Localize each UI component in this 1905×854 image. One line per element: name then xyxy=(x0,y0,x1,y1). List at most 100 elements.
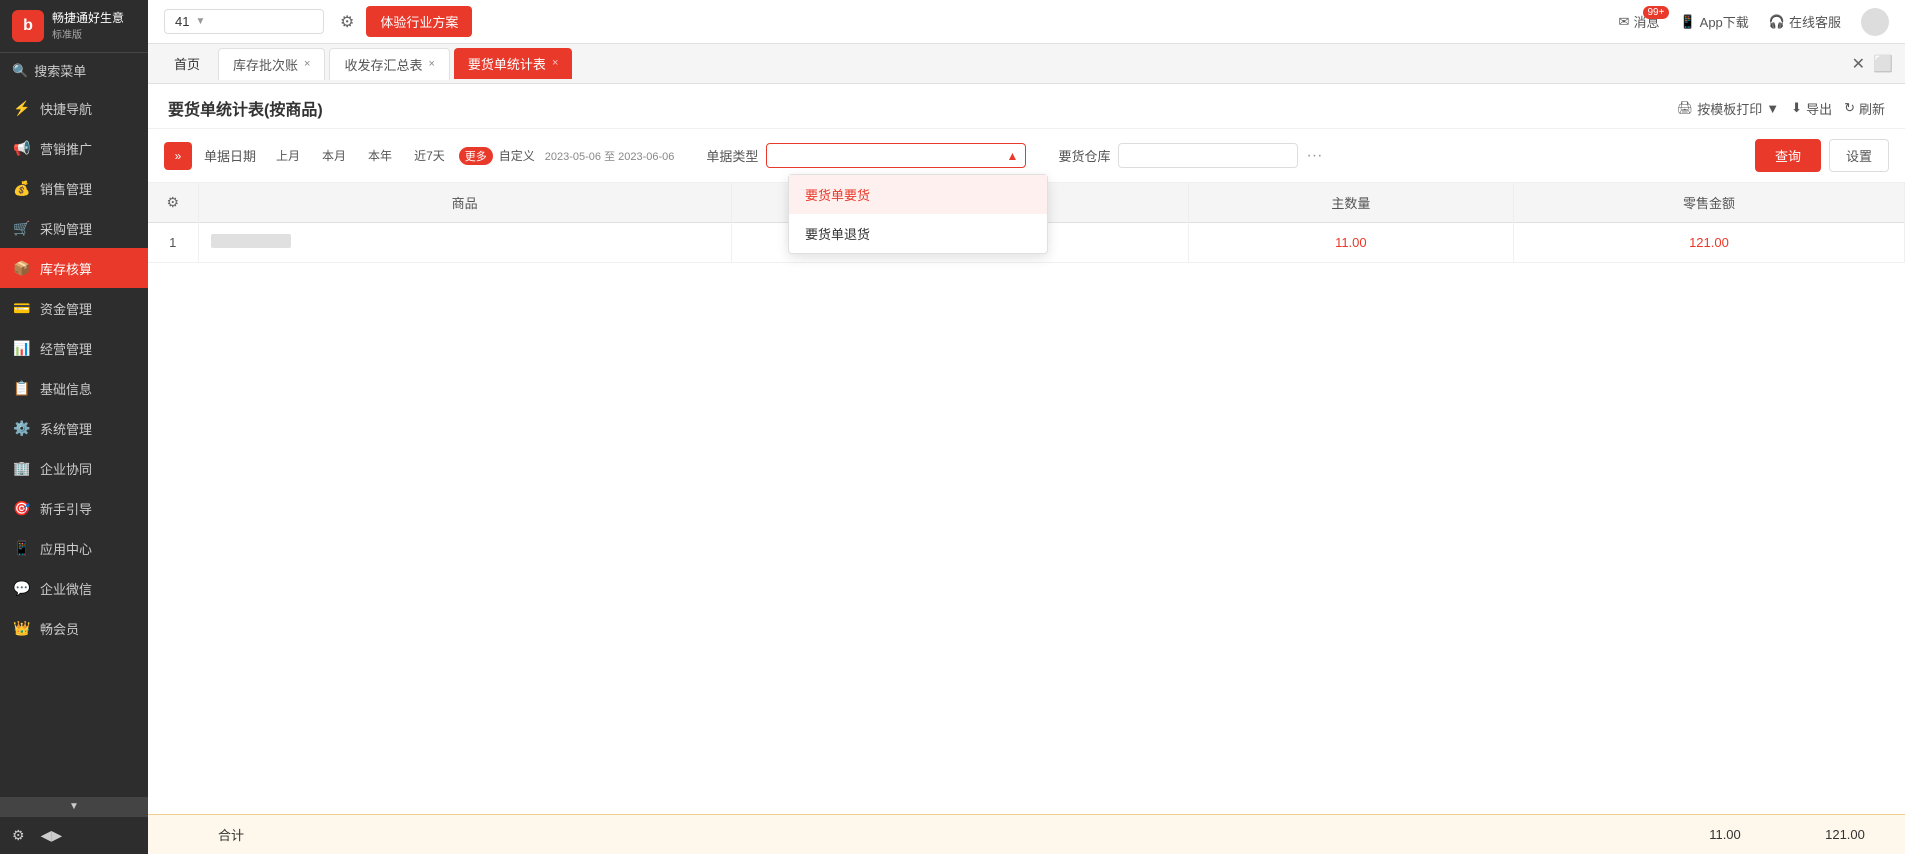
settings-gear-icon[interactable]: ⚙ xyxy=(166,194,179,210)
type-filter-group: 单据类型 ▲ xyxy=(706,143,1026,168)
sidebar-item-label: 应用中心 xyxy=(40,539,92,558)
tab-label: 库存批次账 xyxy=(233,55,298,74)
app-icon: 📱 xyxy=(12,538,32,558)
export-btn[interactable]: ⬇ 导出 xyxy=(1791,99,1832,118)
filter-custom[interactable]: 自定义 xyxy=(499,147,535,164)
tab-close-icon[interactable]: × xyxy=(428,59,434,70)
filter-date-range: 2023-05-06 至 2023-06-06 xyxy=(545,148,675,164)
tabbar: 首页 库存批次账 × 收发存汇总表 × 要货单统计表 × ✕ ⬜ xyxy=(148,44,1905,84)
query-btn[interactable]: 查询 xyxy=(1755,139,1821,172)
type-dropdown: 要货单要货 要货单退货 xyxy=(788,174,1048,254)
app-download-btn[interactable]: 📱 App下载 xyxy=(1679,12,1748,31)
filter-7-days[interactable]: 近7天 xyxy=(406,143,453,168)
expand-icon[interactable]: ⬜ xyxy=(1873,54,1893,74)
sidebar-item-label: 畅会员 xyxy=(40,619,79,638)
sidebar-item-member[interactable]: 👑 畅会员 xyxy=(0,608,148,648)
operations-icon: 📊 xyxy=(12,338,32,358)
sidebar-item-app[interactable]: 📱 应用中心 xyxy=(0,528,148,568)
finance-icon: 💳 xyxy=(12,298,32,318)
sidebar-item-operations[interactable]: 📊 经营管理 xyxy=(0,328,148,368)
col-quantity: 主数量 xyxy=(1188,183,1513,223)
inventory-icon: 📦 xyxy=(12,258,32,278)
sidebar-item-label: 快捷导航 xyxy=(40,99,92,118)
tab-requisition[interactable]: 要货单统计表 × xyxy=(454,48,572,79)
print-btn[interactable]: 🖨 按模板打印 ▼ xyxy=(1677,99,1779,118)
tab-home[interactable]: 首页 xyxy=(160,48,214,79)
sidebar-item-wechat[interactable]: 💬 企业微信 xyxy=(0,568,148,608)
sidebar-item-label: 基础信息 xyxy=(40,379,92,398)
topbar-right: ✉ 消息 99+ 📱 App下载 🎧 在线客服 xyxy=(1619,8,1889,36)
tabbar-end: ✕ ⬜ xyxy=(1852,54,1893,74)
sidebar-footer: ⚙ ◀▶ xyxy=(0,816,148,854)
sidebar-item-basic[interactable]: 📋 基础信息 xyxy=(0,368,148,408)
type-filter-input[interactable] xyxy=(766,143,1026,168)
topbar: 41 ▼ ⚙ 体验行业方案 ✉ 消息 99+ 📱 App下载 🎧 在线客服 xyxy=(148,0,1905,44)
app-download-icon: 📱 xyxy=(1679,14,1695,30)
sidebar-item-inventory[interactable]: 📦 库存核算 xyxy=(0,248,148,288)
sidebar-item-label: 系统管理 xyxy=(40,419,92,438)
settings-footer-icon[interactable]: ⚙ xyxy=(12,827,25,844)
tab-close-icon[interactable]: × xyxy=(552,58,558,69)
type-input-wrapper: ▲ xyxy=(766,143,1026,168)
sidebar-item-finance[interactable]: 💳 资金管理 xyxy=(0,288,148,328)
close-all-icon[interactable]: ✕ xyxy=(1852,54,1865,74)
col-goods: 商品 xyxy=(198,183,731,223)
sidebar-item-purchase[interactable]: 🛒 采购管理 xyxy=(0,208,148,248)
online-service-btn[interactable]: 🎧 在线客服 xyxy=(1769,12,1841,31)
tab-label: 首页 xyxy=(174,54,200,73)
tab-close-icon[interactable]: × xyxy=(304,59,310,70)
filter-last-month[interactable]: 上月 xyxy=(268,143,308,168)
user-avatar[interactable] xyxy=(1861,8,1889,36)
quick-icon: ⚡ xyxy=(12,98,32,118)
sidebar-logo: b 畅捷通好生意 标准版 xyxy=(0,0,148,53)
sidebar-scroll-down[interactable]: ▼ xyxy=(0,797,148,816)
brand-sub: 标准版 xyxy=(52,26,124,41)
warehouse-filter-input[interactable] xyxy=(1118,143,1298,168)
basic-icon: 📋 xyxy=(12,378,32,398)
filter-expand-btn[interactable]: » xyxy=(164,142,192,170)
export-icon: ⬇ xyxy=(1791,100,1802,116)
guide-icon: 🎯 xyxy=(12,498,32,518)
system-icon: ⚙️ xyxy=(12,418,32,438)
dropdown-item-requisition-return[interactable]: 要货单退货 xyxy=(789,214,1047,253)
summary-label: 合计 xyxy=(198,815,1545,854)
refresh-label: 刷新 xyxy=(1859,99,1885,118)
collapse-icon[interactable]: ◀▶ xyxy=(41,827,63,844)
refresh-btn[interactable]: ↻ 刷新 xyxy=(1844,99,1885,118)
wechat-icon: 💬 xyxy=(12,578,32,598)
store-dropdown-arrow: ▼ xyxy=(195,16,205,27)
store-selector[interactable]: 41 ▼ xyxy=(164,9,324,34)
filter-this-month[interactable]: 本月 xyxy=(314,143,354,168)
tab-label: 要货单统计表 xyxy=(468,54,546,73)
warehouse-more-icon[interactable]: ··· xyxy=(1306,147,1322,165)
tab-receipts[interactable]: 收发存汇总表 × xyxy=(329,48,449,80)
sidebar-item-system[interactable]: ⚙️ 系统管理 xyxy=(0,408,148,448)
sales-icon: 💰 xyxy=(12,178,32,198)
warehouse-filter-group: 要货仓库 ··· xyxy=(1058,143,1322,168)
search-menu[interactable]: 🔍 搜索菜单 xyxy=(0,53,148,88)
refresh-icon: ↻ xyxy=(1844,100,1855,116)
sidebar-item-label: 库存核算 xyxy=(40,259,92,278)
sidebar-item-marketing[interactable]: 📢 营销推广 xyxy=(0,128,148,168)
filter-this-year[interactable]: 本年 xyxy=(360,143,400,168)
sidebar-item-enterprise[interactable]: 🏢 企业协同 xyxy=(0,448,148,488)
topbar-settings-icon[interactable]: ⚙ xyxy=(340,12,354,32)
messages-btn[interactable]: ✉ 消息 99+ xyxy=(1619,12,1660,31)
trial-btn[interactable]: 体验行业方案 xyxy=(366,6,472,37)
print-dropdown-icon: ▼ xyxy=(1766,101,1779,116)
export-label: 导出 xyxy=(1806,99,1832,118)
type-dropdown-arrow[interactable]: ▲ xyxy=(1007,149,1019,163)
col-settings[interactable]: ⚙ xyxy=(148,183,198,223)
sidebar-item-label: 经营管理 xyxy=(40,339,92,358)
summary-row: 合计 11.00 121.00 xyxy=(148,815,1905,854)
filter-settings-btn[interactable]: 设置 xyxy=(1829,139,1889,172)
print-icon: 🖨 xyxy=(1677,100,1694,116)
tab-batch[interactable]: 库存批次账 × xyxy=(218,48,325,80)
sidebar-item-guide[interactable]: 🎯 新手引导 xyxy=(0,488,148,528)
sidebar-item-sales[interactable]: 💰 销售管理 xyxy=(0,168,148,208)
filter-more-badge[interactable]: 更多 xyxy=(459,147,493,165)
sidebar-item-label: 企业协同 xyxy=(40,459,92,478)
dropdown-item-requisition-order[interactable]: 要货单要货 xyxy=(789,175,1047,214)
sidebar-item-label: 销售管理 xyxy=(40,179,92,198)
sidebar-item-quick[interactable]: ⚡ 快捷导航 xyxy=(0,88,148,128)
